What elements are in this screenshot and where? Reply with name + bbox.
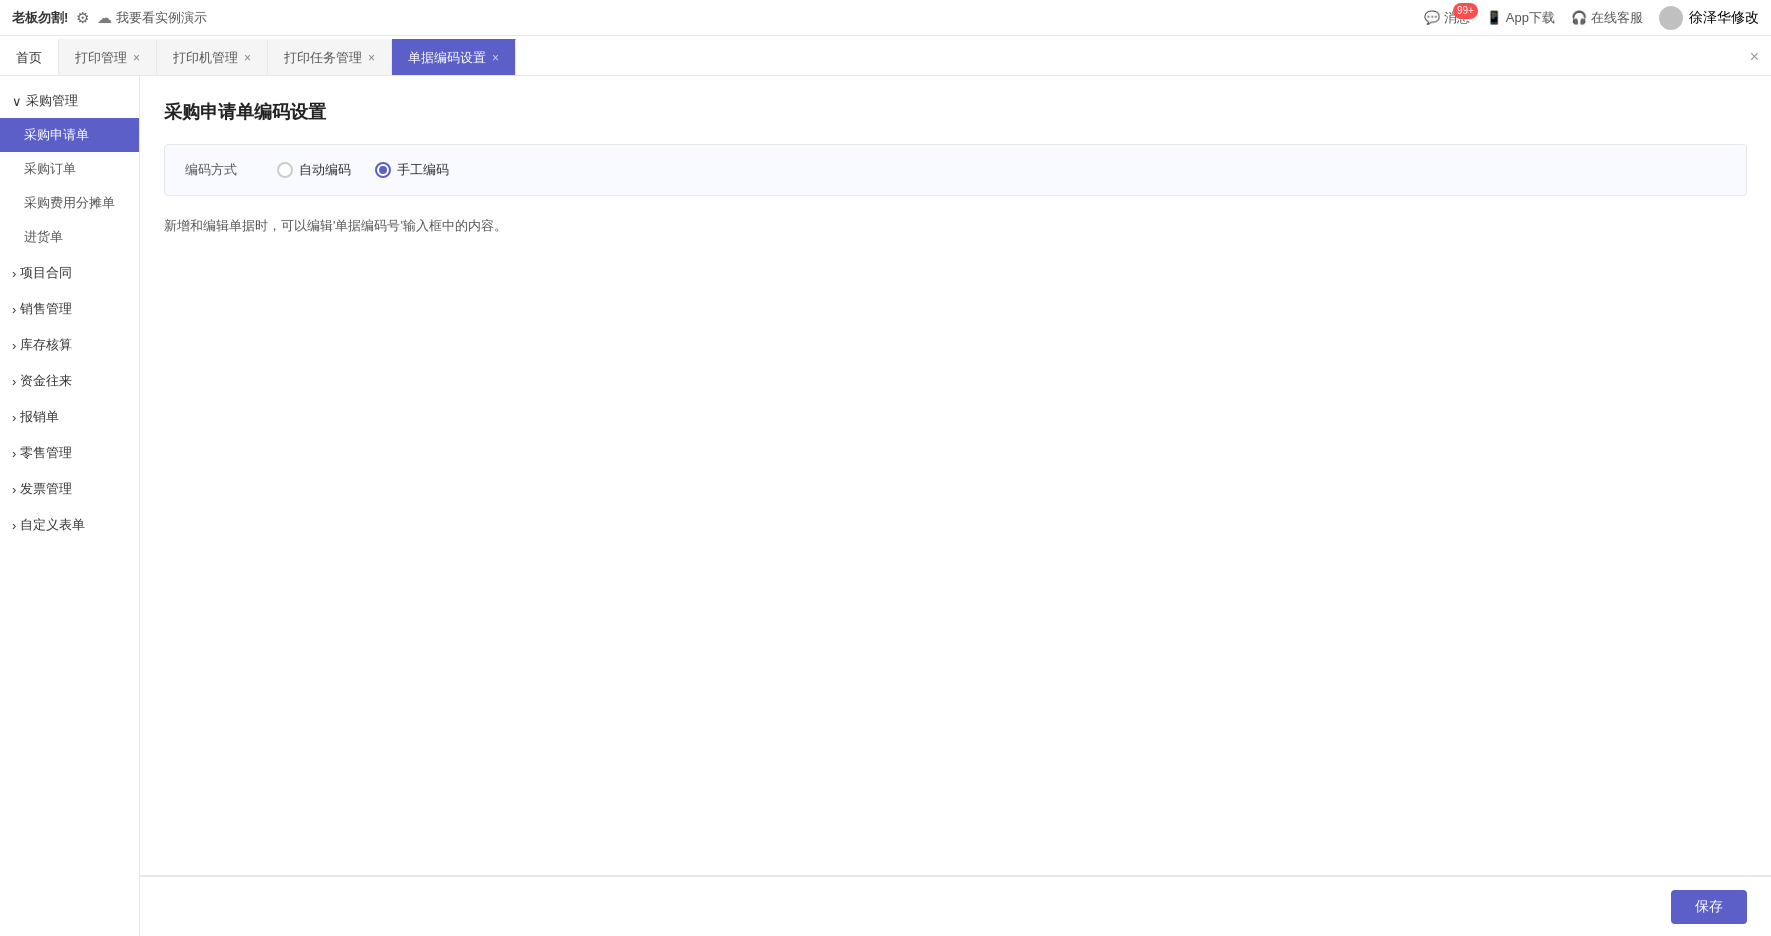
message-badge: 99+: [1453, 3, 1478, 19]
sidebar-item-purchase-expense[interactable]: 采购费用分摊单: [0, 186, 139, 220]
tab-print-mgmt[interactable]: 打印管理 ×: [59, 39, 157, 75]
sidebar-group-custom-form: › 自定义表单: [0, 508, 139, 542]
chevron-right-inventory-icon: ›: [12, 338, 16, 353]
app-icon: 📱: [1486, 10, 1502, 25]
sidebar-group-retail: › 零售管理: [0, 436, 139, 470]
radio-manual-label: 手工编码: [397, 161, 449, 179]
sidebar-group-purchase: ∨ 采购管理 采购申请单 采购订单 采购费用分摊单 进货单: [0, 84, 139, 254]
radio-manual-circle: [375, 162, 391, 178]
radio-auto[interactable]: 自动编码: [277, 161, 351, 179]
sidebar-group-project-label: 项目合同: [20, 264, 72, 282]
save-button[interactable]: 保存: [1671, 890, 1747, 924]
top-bar-right: 💬 消息 99+ 📱 App下载 🎧 在线客服 徐泽华修改: [1424, 6, 1759, 30]
tab-barcode-setting-label: 单据编码设置: [408, 49, 486, 67]
radio-auto-circle: [277, 162, 293, 178]
sidebar-group-funds: › 资金往来: [0, 364, 139, 398]
app-download-button[interactable]: 📱 App下载: [1486, 9, 1555, 27]
online-service-label: 在线客服: [1591, 9, 1643, 27]
sidebar-group-retail-label: 零售管理: [20, 444, 72, 462]
tab-barcode-setting[interactable]: 单据编码设置 ×: [392, 39, 516, 75]
sidebar-group-invoice: › 发票管理: [0, 472, 139, 506]
chevron-right-sales-icon: ›: [12, 302, 16, 317]
app-download-label: App下载: [1506, 9, 1555, 27]
sidebar-item-purchase-order-label: 采购订单: [24, 161, 76, 176]
user-name: 徐泽华修改: [1689, 9, 1759, 27]
sidebar-group-returns-header[interactable]: › 报销单: [0, 400, 139, 434]
sidebar-item-purchase-request-label: 采购申请单: [24, 127, 89, 142]
encoding-label: 编码方式: [185, 161, 245, 179]
sidebar-group-sales: › 销售管理: [0, 292, 139, 326]
sidebar-item-purchase-order[interactable]: 采购订单: [0, 152, 139, 186]
radio-manual[interactable]: 手工编码: [375, 161, 449, 179]
sidebar-group-custom-form-header[interactable]: › 自定义表单: [0, 508, 139, 542]
sidebar-group-sales-label: 销售管理: [20, 300, 72, 318]
tab-print-task-label: 打印任务管理: [284, 49, 362, 67]
top-bar-left: 老板勿割! ⚙ ☁ 我要看实例演示: [12, 9, 207, 27]
tab-home[interactable]: 首页: [0, 39, 59, 75]
chevron-right-custom-form-icon: ›: [12, 518, 16, 533]
radio-group: 自动编码 手工编码: [277, 161, 449, 179]
sidebar-item-incoming[interactable]: 进货单: [0, 220, 139, 254]
chevron-right-returns-icon: ›: [12, 410, 16, 425]
sidebar-group-invoice-header[interactable]: › 发票管理: [0, 472, 139, 506]
avatar: [1659, 6, 1683, 30]
sidebar-group-custom-form-label: 自定义表单: [20, 516, 85, 534]
tab-printer-mgmt-label: 打印机管理: [173, 49, 238, 67]
hint-text: 新增和编辑单据时，可以编辑'单据编码号'输入框中的内容。: [164, 216, 1747, 237]
message-button[interactable]: 💬 消息 99+: [1424, 9, 1470, 27]
main-close-button[interactable]: ×: [1738, 39, 1771, 75]
page-title: 采购申请单编码设置: [164, 100, 1747, 124]
chevron-down-icon: ∨: [12, 94, 22, 109]
sidebar-group-inventory: › 库存核算: [0, 328, 139, 362]
sidebar-group-project: › 项目合同: [0, 256, 139, 290]
chevron-right-invoice-icon: ›: [12, 482, 16, 497]
close-print-mgmt-icon[interactable]: ×: [133, 51, 140, 65]
encoding-method-row: 编码方式 自动编码 手工编码: [185, 161, 1726, 179]
sidebar-group-funds-header[interactable]: › 资金往来: [0, 364, 139, 398]
tab-print-task[interactable]: 打印任务管理 ×: [268, 39, 392, 75]
footer-bar: 保存: [140, 876, 1771, 936]
radio-auto-label: 自动编码: [299, 161, 351, 179]
tab-bar: 首页 打印管理 × 打印机管理 × 打印任务管理 × 单据编码设置 × ×: [0, 36, 1771, 76]
sidebar-group-retail-header[interactable]: › 零售管理: [0, 436, 139, 470]
sidebar-group-inventory-header[interactable]: › 库存核算: [0, 328, 139, 362]
user-info[interactable]: 徐泽华修改: [1659, 6, 1759, 30]
content-area: 采购申请单编码设置 编码方式 自动编码 手工编码: [140, 76, 1771, 876]
sidebar-item-purchase-expense-label: 采购费用分摊单: [24, 195, 115, 210]
close-print-task-icon[interactable]: ×: [368, 51, 375, 65]
main-content: 采购申请单编码设置 编码方式 自动编码 手工编码: [140, 76, 1771, 936]
close-printer-mgmt-icon[interactable]: ×: [244, 51, 251, 65]
tab-printer-mgmt[interactable]: 打印机管理 ×: [157, 39, 268, 75]
cloud-icon: ☁: [97, 9, 112, 27]
sidebar-group-returns-label: 报销单: [20, 408, 59, 426]
sidebar-group-purchase-label: 采购管理: [26, 92, 78, 110]
sidebar-group-sales-header[interactable]: › 销售管理: [0, 292, 139, 326]
sidebar-group-project-header[interactable]: › 项目合同: [0, 256, 139, 290]
encoding-form-section: 编码方式 自动编码 手工编码: [164, 144, 1747, 196]
settings-icon[interactable]: ⚙: [76, 9, 89, 27]
chevron-right-icon: ›: [12, 266, 16, 281]
tab-print-mgmt-label: 打印管理: [75, 49, 127, 67]
sidebar-item-purchase-request[interactable]: 采购申请单: [0, 118, 139, 152]
tab-home-label: 首页: [16, 49, 42, 67]
sidebar-group-invoice-label: 发票管理: [20, 480, 72, 498]
sidebar-item-incoming-label: 进货单: [24, 229, 63, 244]
top-bar: 老板勿割! ⚙ ☁ 我要看实例演示 💬 消息 99+ 📱 App下载 🎧 在线客…: [0, 0, 1771, 36]
online-service-button[interactable]: 🎧 在线客服: [1571, 9, 1643, 27]
sidebar-group-funds-label: 资金往来: [20, 372, 72, 390]
layout: ∨ 采购管理 采购申请单 采购订单 采购费用分摊单 进货单 › 项目合同: [0, 76, 1771, 936]
demo-text: 我要看实例演示: [116, 9, 207, 27]
sidebar: ∨ 采购管理 采购申请单 采购订单 采购费用分摊单 进货单 › 项目合同: [0, 76, 140, 936]
close-barcode-setting-icon[interactable]: ×: [492, 51, 499, 65]
message-icon: 💬: [1424, 10, 1440, 25]
demo-link[interactable]: ☁ 我要看实例演示: [97, 9, 207, 27]
sidebar-group-returns: › 报销单: [0, 400, 139, 434]
brand-text: 老板勿割!: [12, 9, 68, 27]
service-icon: 🎧: [1571, 10, 1587, 25]
sidebar-group-purchase-header[interactable]: ∨ 采购管理: [0, 84, 139, 118]
chevron-right-retail-icon: ›: [12, 446, 16, 461]
sidebar-group-inventory-label: 库存核算: [20, 336, 72, 354]
chevron-right-funds-icon: ›: [12, 374, 16, 389]
